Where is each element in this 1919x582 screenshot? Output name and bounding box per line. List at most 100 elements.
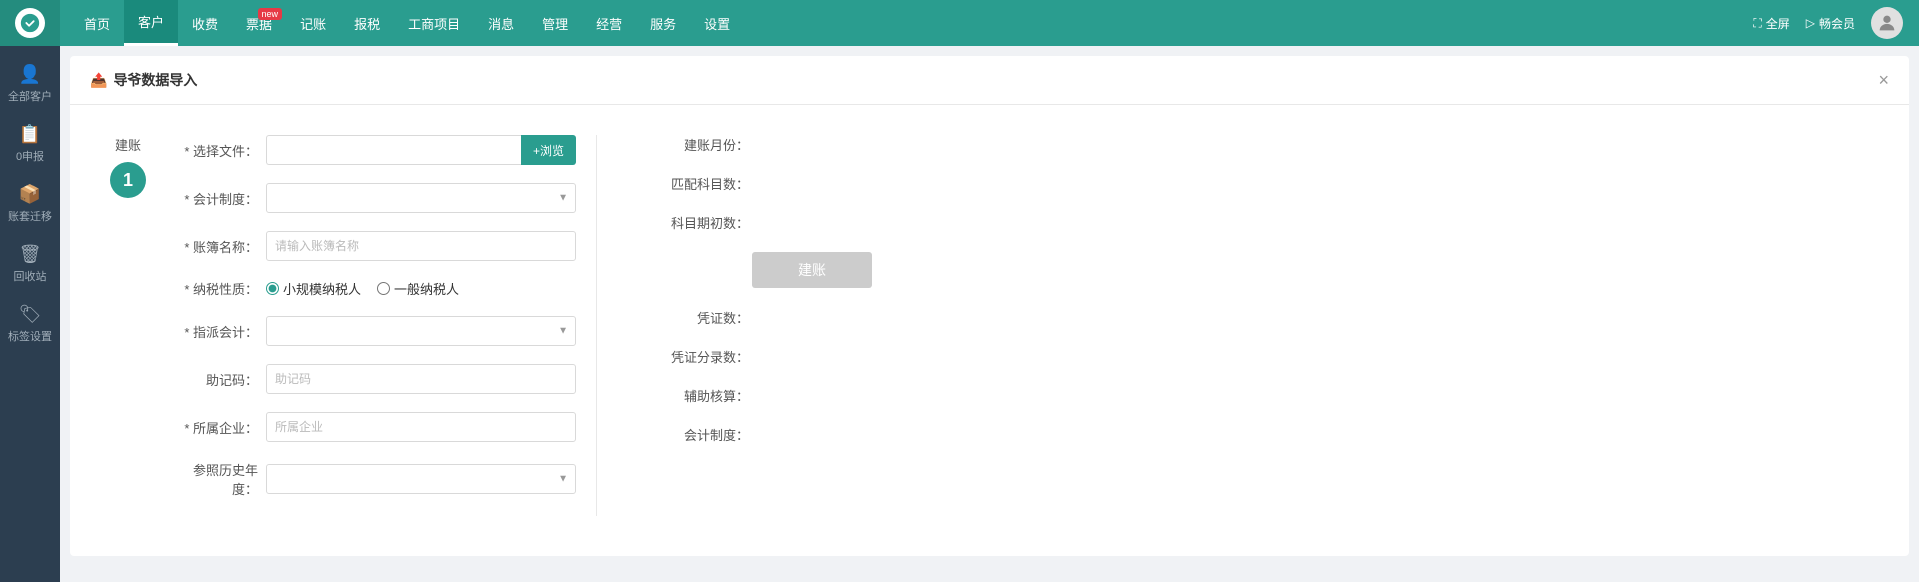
build-month-label: 建账月份：: [657, 135, 757, 154]
company-label: * 所属企业：: [176, 418, 266, 437]
main-content: 📤 导爷数据导入 × 建账 1 * 选择文件：: [60, 46, 1919, 582]
info-row-voucher-count: 凭证数：: [657, 308, 967, 327]
ledger-name-input[interactable]: [266, 231, 576, 261]
sidebar-item-label: 0申报: [16, 148, 44, 164]
memo-label: 助记码：: [176, 370, 266, 389]
sidebar-item-all-customers[interactable]: 👤 全部客户: [2, 56, 58, 112]
accounting-system-label: * 会计制度：: [176, 189, 266, 208]
sidebar-item-label: 标签设置: [8, 328, 52, 344]
subject-initial-label: 科目期初数：: [657, 213, 757, 232]
accountant-select[interactable]: [266, 316, 576, 346]
info-row-match-subjects: 匹配科目数：: [657, 174, 967, 193]
step-section: 建账 1: [90, 135, 146, 516]
nav-right-area: ⛶ 全屏 ▷ 畅会员: [1753, 7, 1919, 39]
tax-type-radio-group: 小规模纳税人 一般纳税人: [266, 279, 459, 298]
radio-small-label: 小规模纳税人: [283, 279, 361, 298]
sidebar: 👤 全部客户 📋 0申报 📦 账套迁移 🗑 回收站 🏷 标签设置: [0, 46, 60, 582]
nav-bookkeeping[interactable]: 记账: [286, 0, 340, 46]
fullscreen-button[interactable]: ⛶ 全屏: [1753, 15, 1789, 32]
info-row-aux-calc: 辅助核算：: [657, 386, 967, 405]
voucher-entries-label: 凭证分录数：: [657, 347, 757, 366]
form-row-accounting-system: * 会计制度： ▼: [176, 183, 576, 213]
form-row-memo: 助记码：: [176, 364, 576, 394]
radio-general-label: 一般纳税人: [394, 279, 459, 298]
panel-title-icon: 📤: [90, 72, 107, 89]
step-label: 建账: [115, 135, 141, 154]
build-account-button[interactable]: 建账: [752, 252, 872, 288]
form-row-refer-year: 参照历史年度： ▼: [176, 460, 576, 498]
nav-business[interactable]: 工商项目: [394, 0, 474, 46]
accountant-select-wrap: ▼: [266, 316, 576, 346]
sidebar-item-recycle[interactable]: 🗑 回收站: [2, 236, 58, 292]
aux-calc-label: 辅助核算：: [657, 386, 757, 405]
refer-year-select-wrap: ▼: [266, 464, 576, 494]
nav-items: 首页 客户 收费 票据 new 记账 报税 工商项目 消息 管理 经营 服务 设…: [60, 0, 1753, 46]
info-row-voucher-entries: 凭证分录数：: [657, 347, 967, 366]
top-navigation: 首页 客户 收费 票据 new 记账 报税 工商项目 消息 管理 经营 服务 设…: [0, 0, 1919, 46]
sidebar-item-migration[interactable]: 📦 账套迁移: [2, 176, 58, 232]
import-panel: 📤 导爷数据导入 × 建账 1 * 选择文件：: [70, 56, 1909, 556]
vertical-divider: [596, 135, 597, 516]
select-file-label: * 选择文件：: [176, 141, 266, 160]
sidebar-item-label: 账套迁移: [8, 208, 52, 224]
logo-icon: [15, 8, 45, 38]
sidebar-item-label: 回收站: [14, 268, 47, 284]
form-row-company: * 所属企业：: [176, 412, 576, 442]
app-logo: [0, 0, 60, 46]
close-button[interactable]: ×: [1878, 71, 1889, 89]
form-row-file: * 选择文件： +浏览: [176, 135, 576, 165]
refer-year-label: 参照历史年度：: [176, 460, 266, 498]
company-input[interactable]: [266, 412, 576, 442]
zero-declaration-icon: 📋: [19, 124, 41, 145]
nav-charge[interactable]: 收费: [178, 0, 232, 46]
form-row-tax-type: * 纳税性质： 小规模纳税人 一般纳税人: [176, 279, 576, 298]
new-badge: new: [258, 8, 283, 20]
info-row-build-month: 建账月份：: [657, 135, 967, 154]
member-button[interactable]: ▷ 畅会员: [1806, 15, 1855, 32]
form-row-ledger-name: * 账簿名称：: [176, 231, 576, 261]
info-section: 建账月份： 匹配科目数： 科目期初数： 建账: [617, 135, 967, 516]
match-subjects-label: 匹配科目数：: [657, 174, 757, 193]
nav-operation[interactable]: 经营: [582, 0, 636, 46]
tax-type-label: * 纳税性质：: [176, 279, 266, 298]
panel-body: 建账 1 * 选择文件： +浏览 * 会计制度：: [70, 105, 1909, 546]
nav-manage[interactable]: 管理: [528, 0, 582, 46]
voucher-count-label: 凭证数：: [657, 308, 757, 327]
sidebar-item-tags[interactable]: 🏷 标签设置: [2, 296, 58, 352]
nav-home[interactable]: 首页: [70, 0, 124, 46]
nav-service[interactable]: 服务: [636, 0, 690, 46]
accounting-system-select[interactable]: [266, 183, 576, 213]
sidebar-item-zero-declaration[interactable]: 📋 0申报: [2, 116, 58, 172]
accounting-system-select-wrap: ▼: [266, 183, 576, 213]
accountant-label: * 指派会计：: [176, 322, 266, 341]
radio-small-taxpayer[interactable]: 小规模纳税人: [266, 279, 361, 298]
file-input-wrap: +浏览: [266, 135, 576, 165]
nav-tax[interactable]: 报税: [340, 0, 394, 46]
accounting-system2-label: 会计制度：: [657, 425, 757, 444]
user-avatar[interactable]: [1871, 7, 1903, 39]
recycle-icon: 🗑: [19, 244, 42, 265]
memo-input[interactable]: [266, 364, 576, 394]
play-icon: ▷: [1806, 16, 1815, 30]
ledger-name-label: * 账簿名称：: [176, 237, 266, 256]
file-text-input[interactable]: [266, 135, 521, 165]
panel-title: 📤 导爷数据导入: [90, 70, 197, 90]
sidebar-item-label: 全部客户: [8, 88, 52, 104]
nav-settings[interactable]: 设置: [690, 0, 744, 46]
browse-button[interactable]: +浏览: [521, 135, 576, 165]
refer-year-select[interactable]: [266, 464, 576, 494]
info-row-accounting-system2: 会计制度：: [657, 425, 967, 444]
fullscreen-icon: ⛶: [1753, 16, 1761, 31]
nav-message[interactable]: 消息: [474, 0, 528, 46]
info-row-subject-initial: 科目期初数：: [657, 213, 967, 232]
info-row-build-btn: 建账: [657, 252, 967, 288]
migration-icon: 📦: [19, 184, 41, 205]
panel-header: 📤 导爷数据导入 ×: [70, 56, 1909, 105]
step-circle: 1: [110, 162, 146, 198]
tags-icon: 🏷: [19, 304, 42, 325]
nav-customer[interactable]: 客户: [124, 0, 178, 46]
radio-general-taxpayer[interactable]: 一般纳税人: [377, 279, 459, 298]
nav-invoice[interactable]: 票据 new: [232, 0, 286, 46]
form-section: * 选择文件： +浏览 * 会计制度： ▼: [176, 135, 576, 516]
all-customers-icon: 👤: [19, 64, 41, 85]
